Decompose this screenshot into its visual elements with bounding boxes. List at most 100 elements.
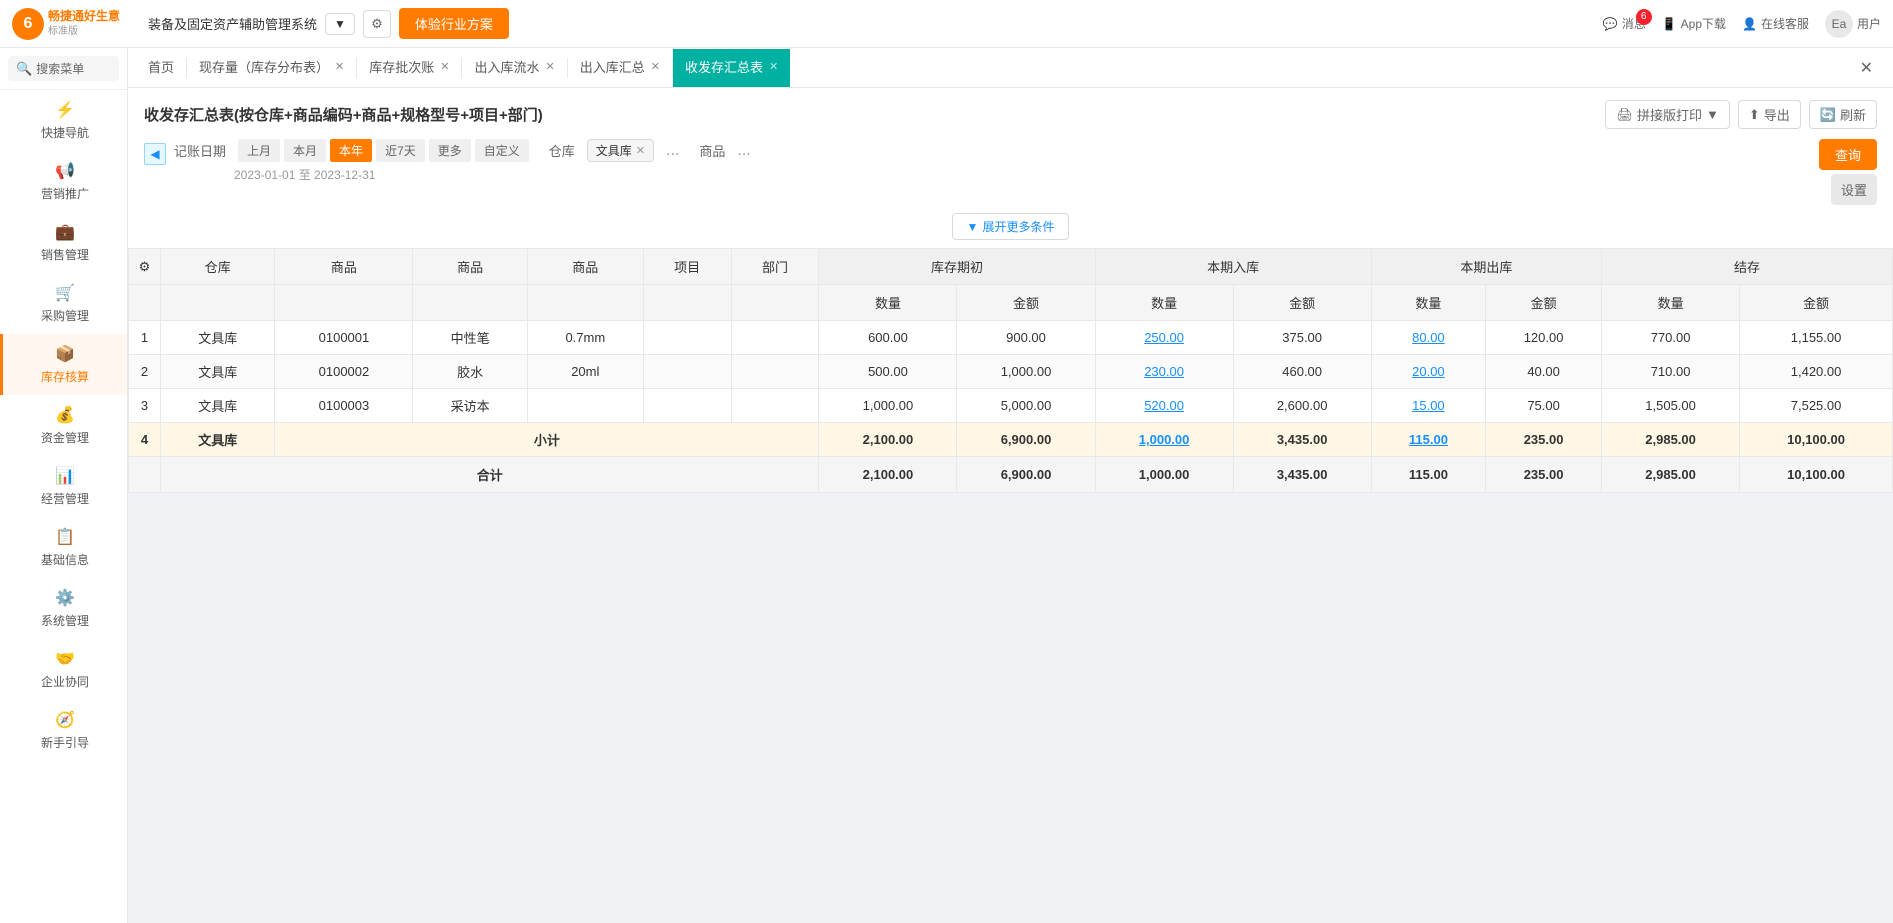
row-balance-amt: 1,155.00 [1740,321,1893,355]
goods-label: 商品 [699,141,725,160]
tab-close-batch[interactable]: ✕ [440,60,449,73]
row-in-qty[interactable]: 250.00 [1095,321,1233,355]
query-button[interactable]: 查询 [1819,139,1877,170]
subtotal-num: 4 [129,423,161,457]
sidebar-item-quick-nav[interactable]: ⚡ 快捷导航 [0,90,127,151]
th-spec-sub [527,285,643,321]
tab-close-recv-send[interactable]: ✕ [769,60,778,73]
sales-icon: 💼 [55,222,75,242]
th-in-amt: 金额 [1233,285,1371,321]
print-button[interactable]: 🖨 拼接版打印 ▼ [1605,100,1729,129]
row-out-qty[interactable]: 80.00 [1371,321,1485,355]
subtotal-out-amt: 235.00 [1486,423,1602,457]
date-filter-label: 记账日期 [174,141,226,160]
th-goods-code: 商品 [275,249,413,285]
tab-inout-summary[interactable]: 出入库汇总 ✕ [568,49,672,87]
tab-batch[interactable]: 库存批次账 ✕ [357,49,461,87]
table-row: 2 文具库 0100002 胶水 20ml 500.00 1,000.00 23… [129,355,1893,389]
finance-icon: 💰 [55,405,75,425]
row-opening-amt: 1,000.00 [957,355,1095,389]
tab-inventory-dist[interactable]: 现存量（库存分布表） ✕ [187,49,356,87]
filter-collapse-btn[interactable]: ◀ [144,143,166,165]
total-in-qty: 1,000.00 [1095,457,1233,493]
guide-icon: 🧭 [55,710,75,730]
date-more[interactable]: 更多 [429,139,471,162]
system-icon: ⚙️ [55,588,75,608]
total-balance-qty: 2,985.00 [1602,457,1740,493]
tab-recv-send[interactable]: 收发存汇总表 ✕ [673,49,790,87]
close-all-tabs[interactable]: ✕ [1848,58,1885,78]
th-project-sub [643,285,731,321]
row-out-qty[interactable]: 15.00 [1371,389,1485,423]
row-project [643,355,731,389]
subtotal-in-qty[interactable]: 1,000.00 [1095,423,1233,457]
user-item[interactable]: Ea 用户 [1825,10,1881,38]
row-opening-amt: 5,000.00 [957,389,1095,423]
date-this-month[interactable]: 本月 [284,139,326,162]
download-label: App下载 [1681,15,1726,32]
table-settings-button[interactable]: 设置 [1831,174,1877,205]
export-button[interactable]: ⬆ 导出 [1738,100,1801,129]
th-dept: 部门 [731,249,819,285]
row-goods-code: 0100002 [275,355,413,389]
total-opening-amt: 6,900.00 [957,457,1095,493]
filter-dots-2[interactable]: ... [737,142,750,160]
tab-close-inventory-dist[interactable]: ✕ [335,60,344,73]
sidebar-item-inventory[interactable]: 📦 库存核算 [0,334,127,395]
th-dept-sub [731,285,819,321]
table-settings-col-header[interactable]: ⚙ [129,249,161,285]
notification-item[interactable]: 💬 消息 6 [1603,15,1646,32]
sidebar-item-label: 系统管理 [41,612,89,629]
sidebar-item-operations[interactable]: 📊 经营管理 [0,456,127,517]
sidebar-item-guide[interactable]: 🧭 新手引导 [0,700,127,761]
th-out-qty: 数量 [1371,285,1485,321]
sidebar-item-marketing[interactable]: 📢 营销推广 [0,151,127,212]
tab-inout-flow[interactable]: 出入库流水 ✕ [462,49,566,87]
sidebar-item-label: 库存核算 [41,368,89,385]
warehouse-filter-tag[interactable]: 文具库 ✕ [587,139,654,162]
settings-icon-btn[interactable]: ⚙ [363,10,391,38]
sidebar-search[interactable]: 🔍 搜索菜单 [0,48,127,90]
warehouse-tag-close[interactable]: ✕ [636,144,645,157]
tab-close-inout-flow[interactable]: ✕ [546,60,555,73]
sidebar-item-cooperation[interactable]: 🤝 企业协同 [0,639,127,700]
filter-dots-1[interactable]: ... [666,142,679,160]
sidebar-item-system[interactable]: ⚙️ 系统管理 [0,578,127,639]
date-7days[interactable]: 近7天 [376,139,425,162]
row-in-qty[interactable]: 230.00 [1095,355,1233,389]
row-out-amt: 120.00 [1486,321,1602,355]
row-goods-code: 0100001 [275,321,413,355]
sidebar-item-sales[interactable]: 💼 销售管理 [0,212,127,273]
tab-home[interactable]: 首页 [136,49,186,87]
date-last-month[interactable]: 上月 [238,139,280,162]
sidebar-item-finance[interactable]: 💰 资金管理 [0,395,127,456]
print-icon: 🖨 [1616,107,1633,123]
th-balance-amt: 金额 [1740,285,1893,321]
refresh-button[interactable]: 🔄 刷新 [1809,100,1877,129]
user-label: 用户 [1857,15,1881,32]
sidebar-item-basic-info[interactable]: 📋 基础信息 [0,517,127,578]
subtotal-out-qty[interactable]: 115.00 [1371,423,1485,457]
support-item[interactable]: 👤 在线客服 [1742,15,1809,32]
sidebar-item-label: 营销推广 [41,185,89,202]
row-dept [731,389,819,423]
th-group-balance: 结存 [1602,249,1893,285]
expand-conditions-btn[interactable]: ▼ 展开更多条件 [952,213,1070,240]
download-item[interactable]: 📱 App下载 [1662,15,1726,32]
sidebar-item-purchase[interactable]: 🛒 采购管理 [0,273,127,334]
date-custom[interactable]: 自定义 [475,139,529,162]
cooperation-icon: 🤝 [55,649,75,669]
row-project [643,321,731,355]
trial-button[interactable]: 体验行业方案 [399,8,509,39]
user-avatar: Ea [1825,10,1853,38]
subtotal-opening-amt: 6,900.00 [957,423,1095,457]
tab-close-inout-summary[interactable]: ✕ [651,60,660,73]
row-dept [731,321,819,355]
date-this-year[interactable]: 本年 [330,139,372,162]
sidebar-item-label: 新手引导 [41,734,89,751]
row-in-qty[interactable]: 520.00 [1095,389,1233,423]
app-logo: 6 [12,8,44,40]
row-out-qty[interactable]: 20.00 [1371,355,1485,389]
row-balance-amt: 1,420.00 [1740,355,1893,389]
system-select-btn[interactable]: ▼ [325,13,355,35]
